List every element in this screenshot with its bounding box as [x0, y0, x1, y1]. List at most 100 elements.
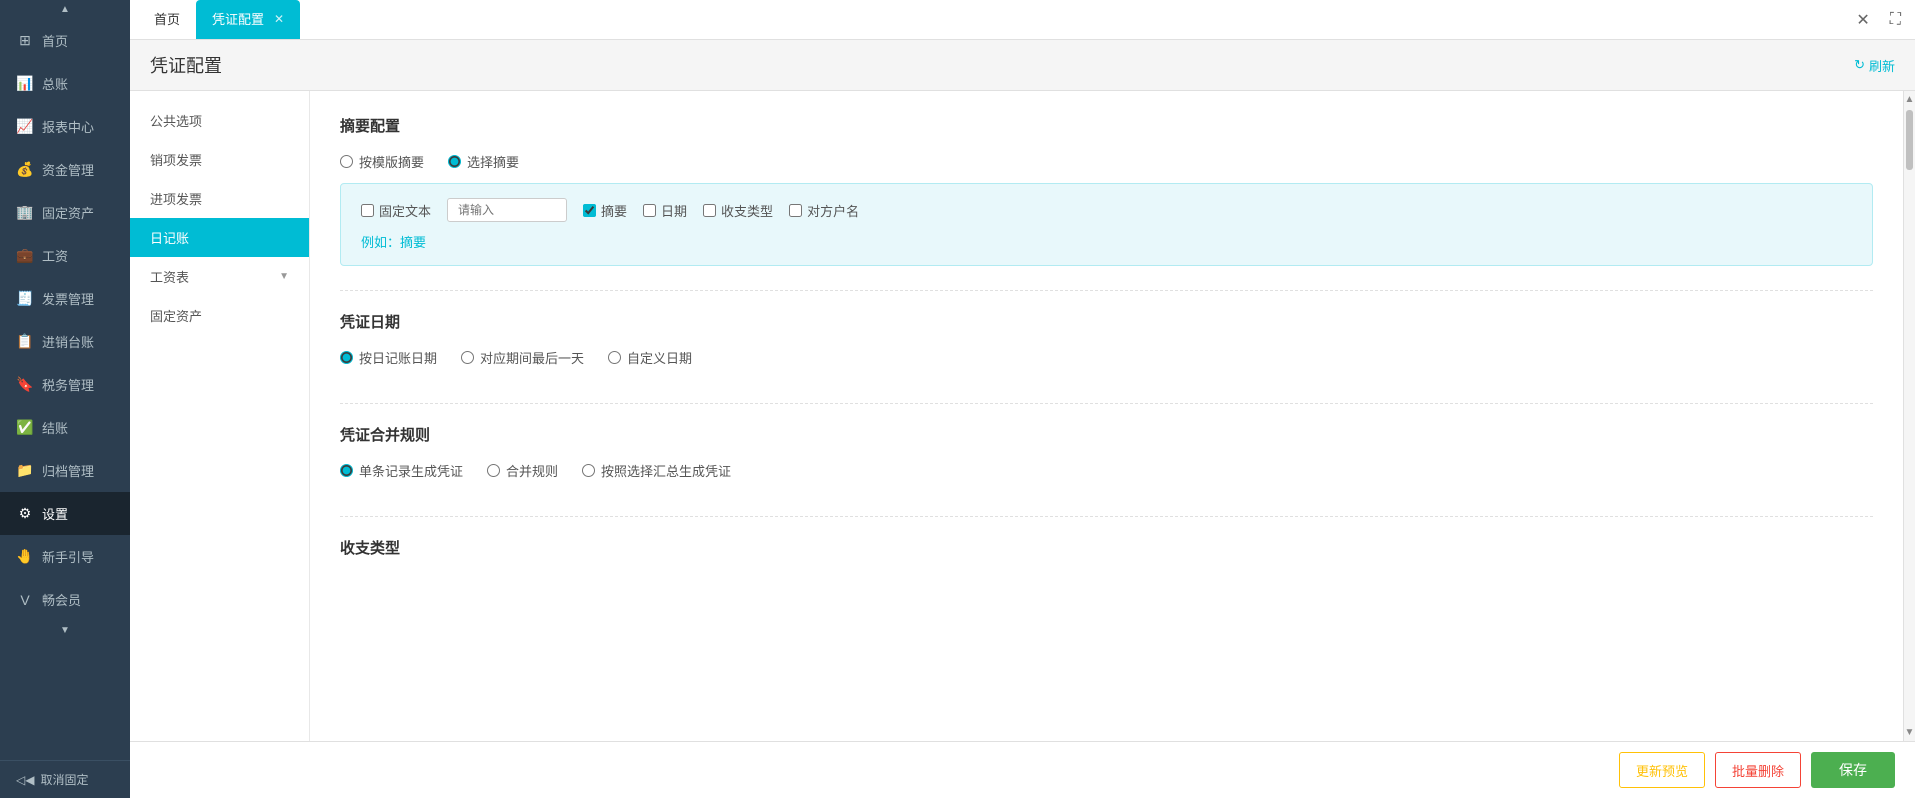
- fixed-text-checkbox-label[interactable]: 固定文本: [361, 201, 431, 220]
- scroll-up-arrow[interactable]: ▲: [1904, 91, 1915, 108]
- left-nav-public-selection-label: 公共选项: [150, 111, 202, 130]
- scroll-thumb[interactable]: [1906, 110, 1913, 170]
- expand-window-button[interactable]: ⛶: [1884, 9, 1907, 31]
- sidebar-item-fixed-assets[interactable]: 🏢 固定资产: [0, 191, 130, 234]
- left-nav: 公共选项 销项发票 进项发票 日记账 工资表 ▼ 固定资产: [130, 91, 310, 741]
- sidebar-label-fixed-assets: 固定资产: [42, 203, 94, 222]
- voucher-date-section: 凭证日期 按日记账日期 对应期间最后一天 自定义日期: [340, 311, 1873, 404]
- left-nav-purchase-invoice[interactable]: 进项发票: [130, 179, 309, 218]
- last-day-label: 对应期间最后一天: [480, 348, 584, 367]
- batch-delete-button[interactable]: 批量删除: [1715, 752, 1801, 788]
- refresh-button[interactable]: ↻ 刷新: [1854, 56, 1895, 75]
- refresh-icon: ↻: [1854, 57, 1865, 73]
- by-journal-date-radio[interactable]: [340, 351, 353, 364]
- sidebar-item-purchase-sale[interactable]: 📋 进销台账: [0, 320, 130, 363]
- merge-rule-radio[interactable]: [487, 464, 500, 477]
- pin-icon: ◁◀: [16, 773, 34, 787]
- last-day-radio[interactable]: [461, 351, 474, 364]
- cancel-fixed-button[interactable]: ◁◀ 取消固定: [0, 760, 130, 798]
- tab-home[interactable]: 首页: [138, 0, 196, 39]
- merge-rule-option[interactable]: 合并规则: [487, 461, 558, 480]
- select-summary-label: 按照选择汇总生成凭证: [601, 461, 731, 480]
- merge-rules-row: 单条记录生成凭证 合并规则 按照选择汇总生成凭证: [340, 461, 1873, 480]
- custom-date-radio[interactable]: [608, 351, 621, 364]
- select-mode-option[interactable]: 选择摘要: [448, 152, 519, 171]
- chevron-down-icon: ▼: [279, 271, 289, 282]
- income-expense-checkbox-label[interactable]: 收支类型: [703, 201, 773, 220]
- custom-date-option[interactable]: 自定义日期: [608, 348, 692, 367]
- vip-icon: V: [16, 592, 34, 608]
- template-mode-radio[interactable]: [340, 155, 353, 168]
- tab-voucher-config[interactable]: 凭证配置 ✕: [196, 0, 300, 39]
- summary-checkbox-label[interactable]: 摘要: [583, 201, 627, 220]
- sidebar-label-ledger: 总账: [42, 74, 68, 93]
- sidebar-item-settlement[interactable]: ✅ 结账: [0, 406, 130, 449]
- tab-bar-actions: ✕ ⛶: [1850, 8, 1907, 32]
- sidebar-label-settlement: 结账: [42, 418, 68, 437]
- tab-voucher-config-label: 凭证配置: [212, 9, 264, 28]
- counterpart-checkbox-label[interactable]: 对方户名: [789, 201, 859, 220]
- summary-fields-row: 固定文本 摘要 日期: [361, 198, 1852, 222]
- sidebar-item-home[interactable]: ⊞ 首页: [0, 19, 130, 62]
- left-nav-sales-invoice[interactable]: 销项发票: [130, 140, 309, 179]
- left-nav-payroll-table[interactable]: 工资表 ▼: [130, 257, 309, 296]
- income-expense-checkbox[interactable]: [703, 204, 716, 217]
- sidebar-label-invoice-mgmt: 发票管理: [42, 289, 94, 308]
- income-expense-field-label: 收支类型: [721, 201, 773, 220]
- sidebar-item-archive[interactable]: 📁 归档管理: [0, 449, 130, 492]
- example-value: 摘要: [400, 235, 426, 250]
- salary-icon: 💼: [16, 247, 34, 264]
- income-expense-type-title: 收支类型: [340, 537, 1873, 558]
- fixed-text-input[interactable]: [447, 198, 567, 222]
- sidebar-item-salary[interactable]: 💼 工资: [0, 234, 130, 277]
- cancel-fixed-label: 取消固定: [40, 771, 88, 788]
- sidebar-label-guide: 新手引导: [42, 547, 94, 566]
- sidebar-label-archive: 归档管理: [42, 461, 94, 480]
- date-checkbox-label[interactable]: 日期: [643, 201, 687, 220]
- date-checkbox[interactable]: [643, 204, 656, 217]
- select-summary-radio[interactable]: [582, 464, 595, 477]
- sidebar-item-tax[interactable]: 🔖 税务管理: [0, 363, 130, 406]
- summary-checkbox[interactable]: [583, 204, 596, 217]
- save-button[interactable]: 保存: [1811, 752, 1895, 788]
- scrollbar[interactable]: ▲ ▼: [1903, 91, 1915, 741]
- fixed-text-label: 固定文本: [379, 201, 431, 220]
- sidebar-item-guide[interactable]: 🤚 新手引导: [0, 535, 130, 578]
- ledger-icon: 📊: [16, 75, 34, 92]
- sidebar-item-vip[interactable]: V 畅会员: [0, 578, 130, 621]
- fixed-text-checkbox[interactable]: [361, 204, 374, 217]
- settings-icon: ⚙: [16, 505, 34, 522]
- summary-field-label: 摘要: [601, 201, 627, 220]
- capital-icon: 💰: [16, 161, 34, 178]
- sidebar-item-settings[interactable]: ⚙ 设置: [0, 492, 130, 535]
- template-mode-label: 按模版摘要: [359, 152, 424, 171]
- update-preview-button[interactable]: 更新预览: [1619, 752, 1705, 788]
- sidebar-item-capital[interactable]: 💰 资金管理: [0, 148, 130, 191]
- close-window-button[interactable]: ✕: [1850, 8, 1875, 32]
- template-mode-option[interactable]: 按模版摘要: [340, 152, 424, 171]
- main-area: 首页 凭证配置 ✕ ✕ ⛶ 凭证配置 ↻ 刷新 公共选项: [130, 0, 1915, 798]
- sidebar-item-ledger[interactable]: 📊 总账: [0, 62, 130, 105]
- left-nav-public-selection[interactable]: 公共选项: [130, 101, 309, 140]
- bottom-bar: 更新预览 批量删除 保存: [130, 741, 1915, 798]
- invoice-mgmt-icon: 🧾: [16, 290, 34, 307]
- tab-home-label: 首页: [154, 9, 180, 28]
- left-nav-journal[interactable]: 日记账: [130, 218, 309, 257]
- sidebar-scroll-down[interactable]: ▼: [0, 621, 130, 640]
- select-summary-option[interactable]: 按照选择汇总生成凭证: [582, 461, 731, 480]
- sidebar-item-invoice-mgmt[interactable]: 🧾 发票管理: [0, 277, 130, 320]
- sidebar-item-report[interactable]: 📈 报表中心: [0, 105, 130, 148]
- summary-mode-row: 按模版摘要 选择摘要: [340, 152, 1873, 171]
- sidebar-scroll-up[interactable]: ▲: [0, 0, 130, 19]
- by-journal-date-option[interactable]: 按日记账日期: [340, 348, 437, 367]
- counterpart-checkbox[interactable]: [789, 204, 802, 217]
- sidebar-label-salary: 工资: [42, 246, 68, 265]
- scroll-down-arrow[interactable]: ▼: [1904, 724, 1915, 741]
- single-record-option[interactable]: 单条记录生成凭证: [340, 461, 463, 480]
- left-nav-fixed-assets-nav[interactable]: 固定资产: [130, 296, 309, 335]
- single-record-radio[interactable]: [340, 464, 353, 477]
- last-day-option[interactable]: 对应期间最后一天: [461, 348, 584, 367]
- select-mode-radio[interactable]: [448, 155, 461, 168]
- tab-close-icon[interactable]: ✕: [274, 12, 284, 26]
- counterpart-field-label: 对方户名: [807, 201, 859, 220]
